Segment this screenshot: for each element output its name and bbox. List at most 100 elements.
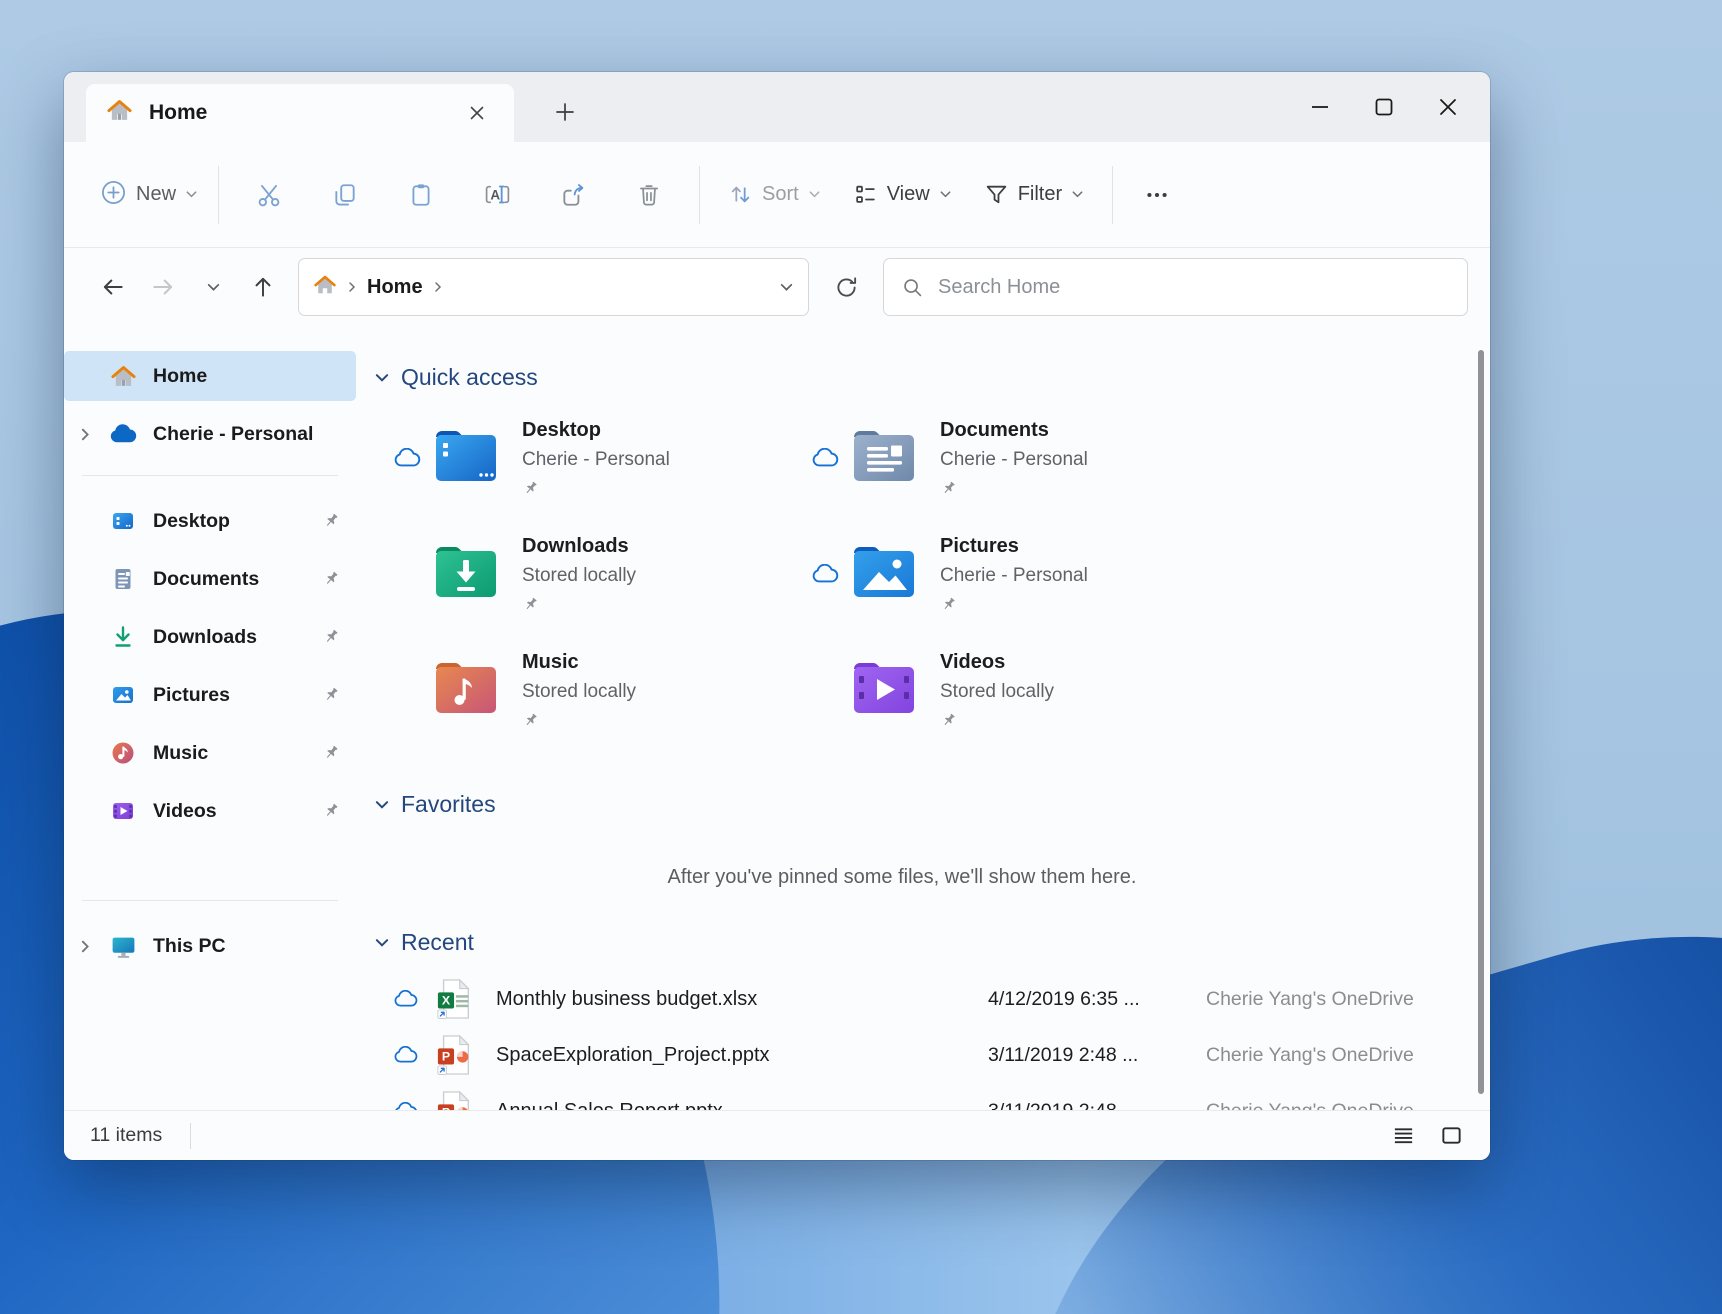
copy-button[interactable] [307, 162, 383, 228]
copy-icon [332, 182, 358, 208]
sidebar-item-documents[interactable]: Documents [64, 554, 356, 604]
delete-button[interactable] [611, 162, 687, 228]
sidebar-item-label: This PC [153, 935, 226, 958]
videos-folder-icon [850, 659, 918, 722]
sidebar-item-downloads[interactable]: Downloads [64, 612, 356, 662]
chevron-down-icon[interactable] [374, 370, 390, 386]
pictures-folder-icon [850, 543, 918, 606]
quick-access-tile-desktop[interactable]: Desktop Cherie - Personal [394, 415, 812, 501]
tab-close-icon[interactable] [460, 96, 494, 130]
quick-access-tile-documents[interactable]: Documents Cherie - Personal [812, 415, 1230, 501]
quick-access-tile-pictures[interactable]: Pictures Cherie - Personal [812, 531, 1230, 617]
desktop-icon [106, 508, 140, 534]
recent-file-row[interactable]: P Annual Sales Report.pptx 3/11/2019 2:4… [374, 1088, 1490, 1110]
file-name: SpaceExploration_Project.pptx [496, 1044, 974, 1067]
this-pc-icon [106, 933, 140, 960]
up-button[interactable] [238, 262, 288, 312]
paste-button[interactable] [383, 162, 459, 228]
chevron-down-icon[interactable] [374, 797, 390, 813]
excel-file-icon: X [436, 978, 482, 1020]
file-date-modified: 3/11/2019 2:48 ... [988, 1100, 1192, 1111]
search-input[interactable] [938, 276, 1449, 299]
home-icon [106, 97, 133, 129]
onedrive-status-icon [394, 1102, 422, 1110]
sidebar-item-onedrive[interactable]: Cherie - Personal [64, 409, 356, 459]
address-bar[interactable]: Home [298, 258, 809, 316]
pin-icon [322, 802, 340, 820]
search-box[interactable] [883, 258, 1468, 316]
close-button[interactable] [1416, 72, 1480, 142]
chevron-down-icon [206, 280, 221, 295]
recent-file-row[interactable]: P SpaceExploration_Project.pptx 3/11/201… [374, 1032, 1490, 1078]
more-options-button[interactable] [1125, 162, 1189, 228]
new-tab-button[interactable] [542, 90, 588, 134]
rename-button[interactable]: A [459, 162, 535, 228]
documents-icon [106, 566, 140, 592]
sidebar-item-home[interactable]: Home [64, 351, 356, 401]
item-count: 11 items [90, 1124, 162, 1147]
quick-access-tile-videos[interactable]: Videos Stored locally [812, 647, 1230, 733]
tile-name: Documents [940, 419, 1088, 442]
pin-icon [322, 628, 340, 646]
powerpoint-file-icon: P [436, 1090, 482, 1110]
share-button[interactable] [535, 162, 611, 228]
chevron-down-icon[interactable] [374, 935, 390, 951]
maximize-button[interactable] [1352, 72, 1416, 142]
sidebar-item-desktop[interactable]: Desktop [64, 496, 356, 546]
filter-button[interactable]: Filter [968, 162, 1100, 228]
address-dropdown-chevron-icon[interactable] [779, 280, 794, 295]
back-button[interactable] [88, 262, 138, 312]
breadcrumb-chevron-icon[interactable] [432, 281, 444, 293]
view-button[interactable]: View [837, 162, 968, 228]
file-name: Monthly business budget.xlsx [496, 988, 974, 1011]
breadcrumb-chevron-icon [346, 281, 358, 293]
cut-button[interactable] [231, 162, 307, 228]
sort-button[interactable]: Sort [712, 162, 837, 228]
sidebar-item-pictures[interactable]: Pictures [64, 670, 356, 720]
favorites-empty-message: After you've pinned some files, we'll sh… [374, 866, 1490, 889]
sidebar-item-label: Pictures [153, 684, 230, 707]
vertical-scrollbar[interactable] [1478, 350, 1484, 1094]
status-bar: 11 items [64, 1110, 1490, 1160]
toolbar-separator [699, 166, 700, 224]
tile-name: Music [522, 651, 636, 674]
explorer-body: Home Cherie - Personal Desktop [64, 326, 1490, 1110]
file-location: Cherie Yang's OneDrive [1206, 988, 1490, 1011]
pin-icon [940, 480, 957, 502]
expand-chevron-icon[interactable] [64, 939, 106, 954]
quick-access-tile-downloads[interactable]: Downloads Stored locally [394, 531, 812, 617]
recent-header[interactable]: Recent [374, 929, 1490, 956]
tile-location: Cherie - Personal [940, 449, 1088, 471]
chevron-down-icon [185, 188, 198, 201]
sidebar-item-videos[interactable]: Videos [64, 786, 356, 836]
recent-file-row[interactable]: X Monthly business budget.xlsx 4/12/2019… [374, 976, 1490, 1022]
content-pane: Quick access Desktop Cherie - Personal [356, 326, 1490, 1110]
toolbar-separator [218, 166, 219, 224]
filter-button-label: Filter [1018, 183, 1062, 206]
onedrive-status-icon [394, 415, 424, 501]
quick-access-header[interactable]: Quick access [374, 364, 1490, 391]
section-title: Quick access [401, 364, 538, 391]
recent-locations-button[interactable] [188, 262, 238, 312]
tile-location: Cherie - Personal [522, 449, 670, 471]
cut-icon [256, 182, 282, 208]
new-button[interactable]: New [92, 162, 206, 228]
quick-access-tile-music[interactable]: Music Stored locally [394, 647, 812, 733]
minimize-button[interactable] [1288, 72, 1352, 142]
tab-home[interactable]: Home [86, 84, 514, 142]
file-date-modified: 3/11/2019 2:48 ... [988, 1044, 1192, 1067]
forward-button[interactable] [138, 262, 188, 312]
sidebar-item-music[interactable]: Music [64, 728, 356, 778]
refresh-button[interactable] [821, 262, 871, 312]
favorites-header[interactable]: Favorites [374, 791, 1490, 818]
recent-files-list: X Monthly business budget.xlsx 4/12/2019… [374, 976, 1490, 1110]
details-view-icon[interactable] [1386, 1119, 1420, 1153]
sidebar-item-label: Documents [153, 568, 259, 591]
expand-chevron-icon[interactable] [64, 427, 106, 442]
pin-icon [322, 570, 340, 588]
section-title: Favorites [401, 791, 496, 818]
view-icon [853, 182, 878, 207]
breadcrumb-home[interactable]: Home [367, 276, 423, 299]
large-icons-view-icon[interactable] [1434, 1119, 1468, 1153]
sidebar-item-this-pc[interactable]: This PC [64, 921, 356, 971]
